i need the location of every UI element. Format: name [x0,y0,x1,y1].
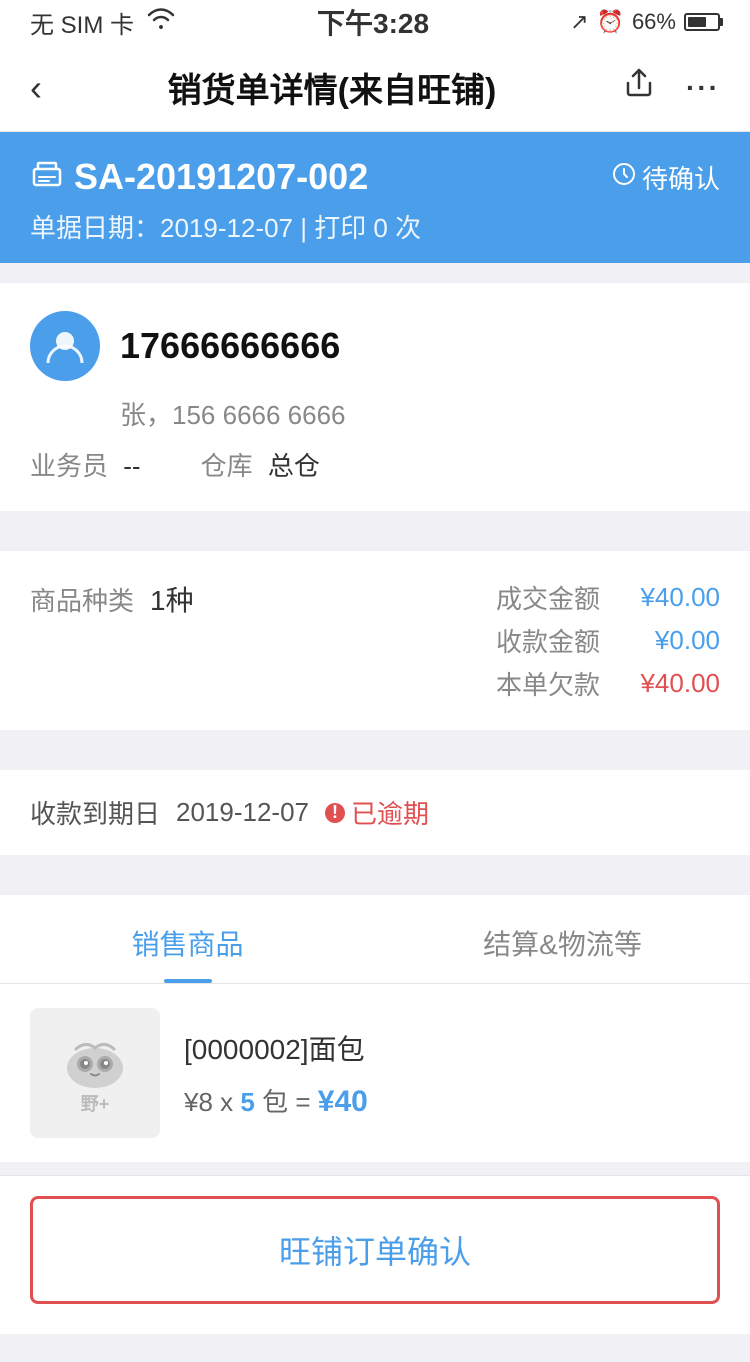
location-icon: ↗ [570,9,588,35]
status-bar: 无 SIM 卡 下午3:28 ↗ ⏰ 66% [0,0,750,44]
brand-label: 野+ [81,1090,110,1116]
order-print-icon [30,156,64,198]
order-id: SA-20191207-002 [30,156,368,198]
separator-3 [0,750,750,770]
summary-grid: 商品种类 1种 成交金额 ¥40.00 收款金额 ¥0.00 本单欠款 ¥40.… [30,579,720,702]
owed-row: 本单欠款 ¥40.00 [496,665,720,702]
separator-1 [0,263,750,283]
tab-settlement[interactable]: 结算&物流等 [375,895,750,983]
confirm-order-button[interactable]: 旺铺订单确认 [30,1196,720,1304]
due-date: 2019-12-07 [176,797,309,828]
order-header-top: SA-20191207-002 待确认 [30,156,720,198]
product-thumbnail: 野+ [30,1008,160,1138]
separator-4 [0,875,750,895]
tab-products[interactable]: 销售商品 [0,895,375,983]
due-label: 收款到期日 [30,794,160,831]
bottom-bar: 旺铺订单确认 [0,1175,750,1334]
page-title: 销货单详情(来自旺铺) [168,63,497,112]
back-button[interactable]: ‹ [30,67,42,109]
nav-actions: ··· [622,66,720,109]
overdue-dot-icon: ! [325,803,345,823]
summary-left: 商品种类 1种 [30,579,496,619]
status-bar-time: 下午3:28 [317,2,429,42]
customer-section: 17666666666 张，156 6666 6666 业务员 -- 仓库 总仓 [0,283,750,511]
wifi-icon [146,8,176,37]
type-label: 商品种类 [30,581,134,618]
status-bar-left: 无 SIM 卡 [30,5,176,40]
amount-row: 成交金额 ¥40.00 [496,579,720,616]
carrier-label: 无 SIM 卡 [30,5,134,40]
product-info: [0000002]面包 ¥8 x 5 包 = ¥40 [184,1028,720,1119]
overdue-text: 已逾期 [351,794,429,831]
sales-label: 业务员 -- [30,446,141,483]
customer-name: 张，156 6666 6666 [120,395,720,432]
customer-top: 17666666666 [30,311,720,381]
product-name: [0000002]面包 [184,1028,720,1068]
product-list: 野+ [0000002]面包 ¥8 x 5 包 = ¥40 [0,984,750,1162]
battery-icon [684,13,720,31]
product-price: ¥8 x 5 包 = ¥40 [184,1082,720,1119]
overdue-badge: ! 已逾期 [325,794,429,831]
order-status: 待确认 [612,159,720,196]
tabs-section: 销售商品 结算&物流等 [0,895,750,1162]
avatar [30,311,100,381]
order-date: 单据日期：2019-12-07 | 打印 0 次 [30,208,720,245]
clock-icon [612,162,636,193]
nav-bar: ‹ 销货单详情(来自旺铺) ··· [0,44,750,132]
status-bar-right: ↗ ⏰ 66% [570,9,720,35]
summary-section: 商品种类 1种 成交金额 ¥40.00 收款金额 ¥0.00 本单欠款 ¥40.… [0,551,750,730]
share-button[interactable] [622,66,656,109]
type-value: 1种 [150,579,194,619]
battery-level: 66% [632,9,676,35]
product-thumb-inner: 野+ [55,1030,135,1116]
warehouse-label: 仓库 总仓 [201,446,320,483]
alarm-icon: ⏰ [597,9,624,35]
customer-meta: 业务员 -- 仓库 总仓 [30,446,720,483]
received-row: 收款金额 ¥0.00 [496,622,720,659]
more-button[interactable]: ··· [686,72,720,104]
separator-2 [0,531,750,551]
tabs-bar: 销售商品 结算&物流等 [0,895,750,984]
customer-phone: 17666666666 [120,325,340,367]
table-row: 野+ [0000002]面包 ¥8 x 5 包 = ¥40 [30,1008,720,1138]
due-section: 收款到期日 2019-12-07 ! 已逾期 [0,770,750,855]
order-header: SA-20191207-002 待确认 单据日期：2019-12-07 | 打印… [0,132,750,263]
summary-right: 成交金额 ¥40.00 收款金额 ¥0.00 本单欠款 ¥40.00 [496,579,720,702]
